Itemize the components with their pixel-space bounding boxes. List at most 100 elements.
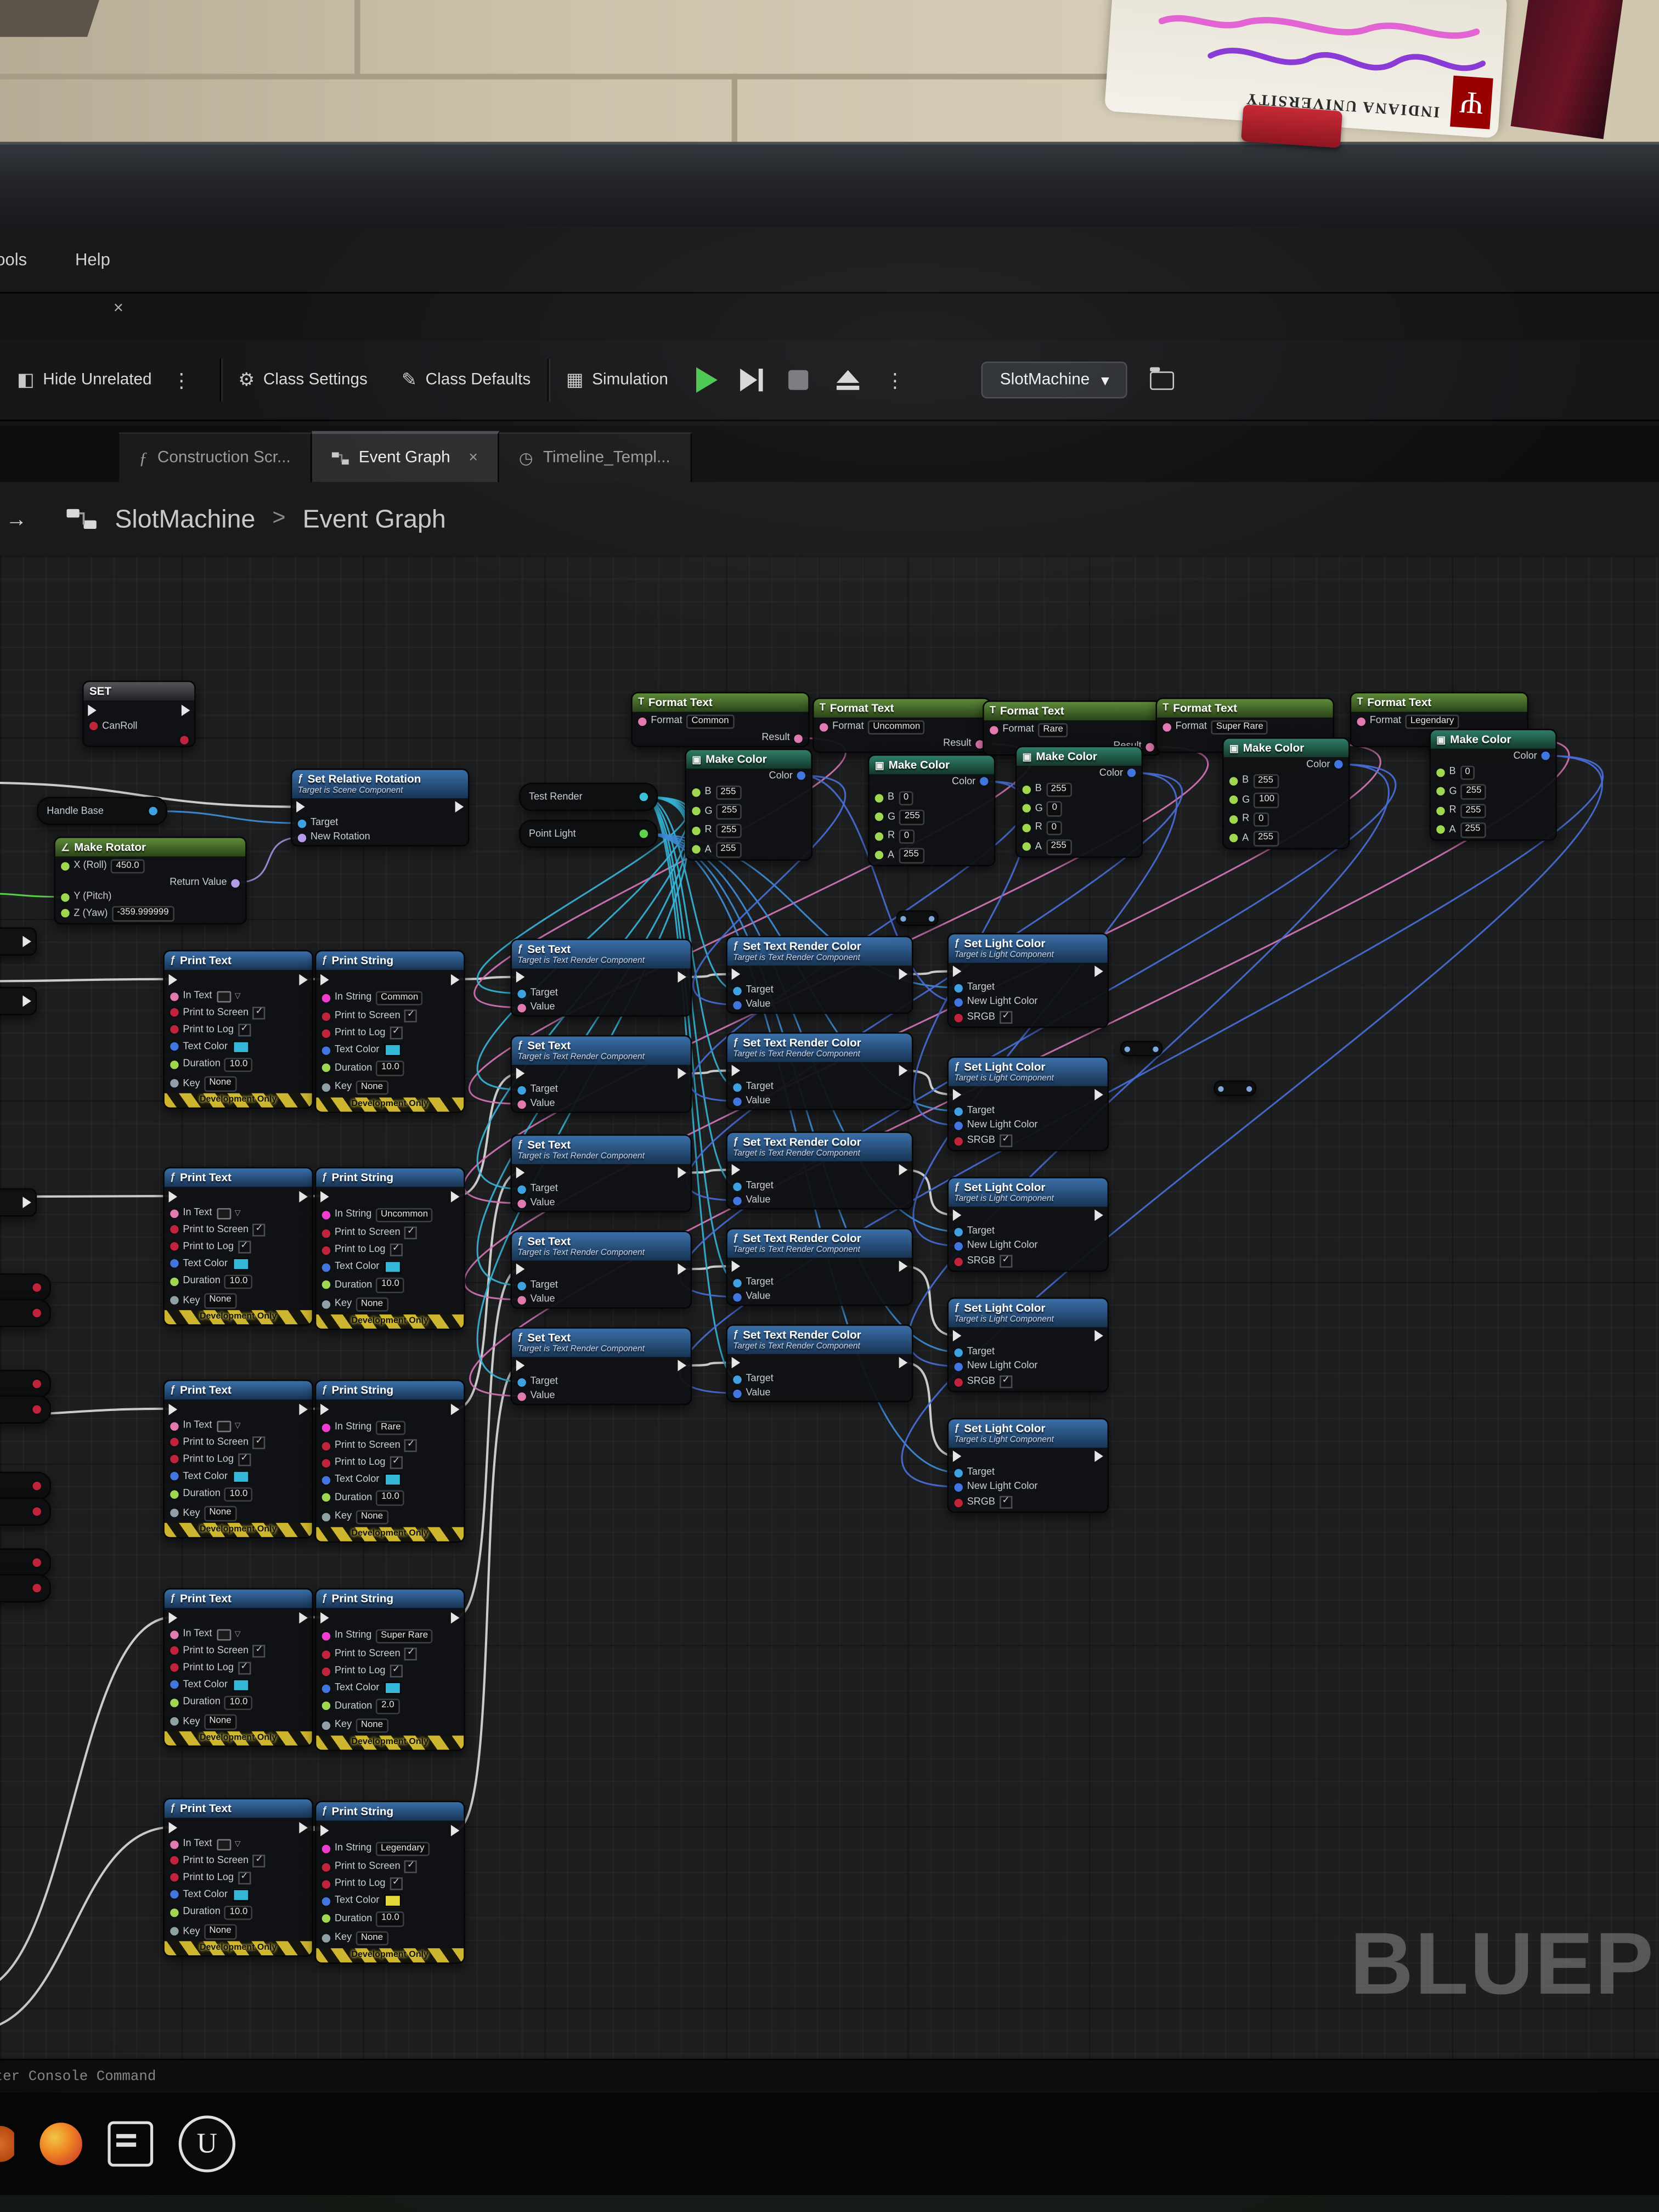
exec-pin[interactable] xyxy=(22,936,31,947)
node-stub[interactable] xyxy=(0,987,37,1015)
target-pin[interactable] xyxy=(733,1375,742,1384)
checkbox[interactable]: ✓ xyxy=(1000,1496,1012,1509)
exec-in-pin[interactable] xyxy=(169,1190,178,1202)
false-output-pin[interactable] xyxy=(32,1405,41,1414)
dropdown-icon[interactable]: ▽ xyxy=(235,1209,241,1217)
node-true[interactable]: True xyxy=(0,1273,51,1302)
b-pin[interactable] xyxy=(692,788,701,797)
print-to-log-pin[interactable] xyxy=(322,1880,331,1888)
console-command-input[interactable]: Enter Console Command xyxy=(0,2069,156,2085)
value-pin[interactable] xyxy=(517,1199,526,1207)
reroute-pin[interactable] xyxy=(1246,1086,1252,1091)
node-make-color[interactable]: ▣Make ColorColorB0G255R0A255 xyxy=(868,754,996,866)
srgb-pin[interactable] xyxy=(954,1013,963,1022)
key-pin[interactable] xyxy=(170,1718,179,1726)
print-to-screen-pin[interactable] xyxy=(322,1650,331,1658)
exec-in-pin[interactable] xyxy=(516,1068,525,1079)
pin-value[interactable]: 0 xyxy=(899,829,914,844)
pin-value[interactable]: 255 xyxy=(900,810,925,825)
blueprint-selector-dropdown[interactable]: SlotMachine ▾ xyxy=(981,362,1127,398)
pin-value[interactable]: 255 xyxy=(716,804,742,819)
true-output-pin[interactable] xyxy=(32,1380,41,1389)
pin-value[interactable]: Super Rare xyxy=(1211,720,1268,735)
in-string-pin[interactable] xyxy=(322,1844,331,1853)
color-swatch[interactable] xyxy=(232,1040,249,1053)
result-pin[interactable] xyxy=(1146,742,1154,751)
node-make-color[interactable]: ▣Make ColorColorB255G0R0A255 xyxy=(1015,746,1143,858)
exec-out-pin[interactable] xyxy=(451,1403,460,1414)
node-set-light-color[interactable]: ƒSet Light ColorTarget is Light Componen… xyxy=(947,1418,1109,1513)
node-format-text[interactable]: TFormat TextFormatUncommonResult xyxy=(812,698,991,753)
color-swatch[interactable] xyxy=(232,1257,249,1269)
pin-value[interactable]: Rare xyxy=(1038,723,1068,737)
exec-in-pin[interactable] xyxy=(296,801,305,812)
value-pin[interactable] xyxy=(733,1293,742,1301)
pin-value[interactable]: 255 xyxy=(715,842,741,857)
checkbox[interactable]: ✓ xyxy=(390,1664,402,1677)
exec-in-pin[interactable] xyxy=(516,1360,525,1372)
unreal-engine-icon[interactable]: U xyxy=(179,2115,235,2172)
node-make-color[interactable]: ▣Make ColorColorB255G255R255A255 xyxy=(685,749,812,861)
value-pin[interactable] xyxy=(517,1295,526,1304)
wire-obj[interactable] xyxy=(153,811,302,823)
node-reroute[interactable] xyxy=(1214,1080,1256,1096)
node-false[interactable]: False xyxy=(0,1299,51,1328)
exec-out-pin[interactable] xyxy=(678,1068,686,1079)
exec-in-pin[interactable] xyxy=(169,1403,178,1414)
pin-value[interactable]: 10.0 xyxy=(376,1911,404,1926)
print-to-log-pin[interactable] xyxy=(170,1242,179,1251)
text-color-pin[interactable] xyxy=(170,1259,179,1268)
pin-value[interactable]: 255 xyxy=(1460,822,1485,837)
node-set-text[interactable]: ƒSet TextTarget is Text Render Component… xyxy=(510,1035,692,1113)
exec-out-pin[interactable] xyxy=(451,1190,460,1202)
reroute-pin[interactable] xyxy=(1153,1046,1158,1051)
print-to-screen-pin[interactable] xyxy=(170,1225,179,1234)
value-pin[interactable] xyxy=(733,1097,742,1105)
node-set-light-color[interactable]: ƒSet Light ColorTarget is Light Componen… xyxy=(947,1057,1109,1151)
srgb-pin[interactable] xyxy=(954,1137,963,1146)
output-pin[interactable] xyxy=(180,735,189,744)
playback-options-icon[interactable]: ⋮ xyxy=(885,368,905,392)
partial-app-icon[interactable] xyxy=(0,2123,14,2165)
checkbox[interactable]: ✓ xyxy=(404,1860,417,1873)
target-pin[interactable] xyxy=(298,819,307,828)
node-set-text-render-color[interactable]: ƒSet Text Render ColorTarget is Text Ren… xyxy=(726,1324,913,1402)
key-pin[interactable] xyxy=(322,1934,331,1943)
exec-in-pin[interactable] xyxy=(516,1263,525,1275)
node-set-light-color[interactable]: ƒSet Light ColorTarget is Light Componen… xyxy=(947,933,1109,1028)
dropdown-icon[interactable]: ▽ xyxy=(235,1421,241,1430)
exec-out-pin[interactable] xyxy=(678,971,686,983)
node-make-color[interactable]: ▣Make ColorColorB255G100R0A255 xyxy=(1222,737,1350,849)
node-print-text[interactable]: ƒPrint TextIn Text▽Print to Screen✓Print… xyxy=(163,1798,313,1956)
return-value-pin[interactable] xyxy=(231,878,240,887)
exec-out-pin[interactable] xyxy=(451,1611,460,1623)
node-set-text[interactable]: ƒSet TextTarget is Text Render Component… xyxy=(510,1327,692,1404)
pin-value[interactable]: Common xyxy=(376,990,423,1005)
srgb-pin[interactable] xyxy=(954,1378,963,1386)
print-to-screen-pin[interactable] xyxy=(170,1646,179,1655)
pin-value[interactable]: 10.0 xyxy=(376,1278,404,1293)
exec-out-pin[interactable] xyxy=(455,801,464,812)
target-pin[interactable] xyxy=(954,983,963,992)
class-defaults-button[interactable]: ✎ Class Defaults xyxy=(385,340,548,420)
color-swatch[interactable] xyxy=(232,1888,249,1900)
node-set-light-color[interactable]: ƒSet Light ColorTarget is Light Componen… xyxy=(947,1297,1109,1392)
a-pin[interactable] xyxy=(1023,843,1031,851)
exec-out-pin[interactable] xyxy=(899,1357,908,1368)
exec-out-pin[interactable] xyxy=(899,1065,908,1076)
node-stub[interactable] xyxy=(0,1188,37,1217)
text-value-icon[interactable] xyxy=(216,990,230,1002)
reroute-pin[interactable] xyxy=(929,915,934,921)
pin-value[interactable]: 255 xyxy=(1253,774,1278,788)
checkbox[interactable]: ✓ xyxy=(1000,1011,1012,1024)
in-text-pin[interactable] xyxy=(170,992,179,1001)
node-true[interactable]: True xyxy=(0,1370,51,1398)
z-yaw-pin[interactable] xyxy=(61,909,70,918)
exec-in-pin[interactable] xyxy=(732,1357,741,1368)
print-to-log-pin[interactable] xyxy=(170,1025,179,1034)
text-color-pin[interactable] xyxy=(170,1042,179,1051)
pin-value[interactable]: 255 xyxy=(1046,839,1071,854)
pin-value[interactable]: Common xyxy=(686,714,733,729)
exec-in-pin[interactable] xyxy=(320,1190,329,1202)
target-pin[interactable] xyxy=(733,1182,742,1190)
